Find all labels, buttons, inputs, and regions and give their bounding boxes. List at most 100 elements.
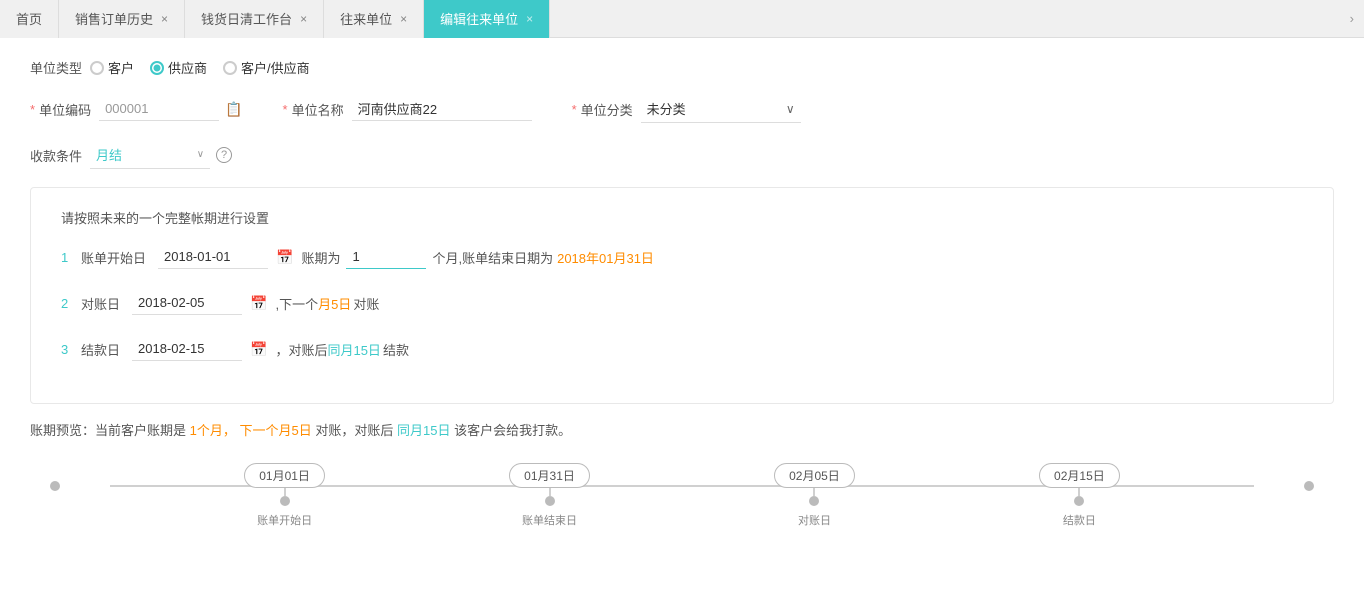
payment-group: 收款条件 月结 ∨ ?	[30, 141, 232, 169]
tabs-right-arrow[interactable]: ›	[1340, 11, 1364, 26]
tab-edit-close[interactable]: ×	[526, 12, 533, 26]
radio-supplier-circle	[150, 61, 164, 75]
preview-part2: 下一个月5日	[240, 423, 312, 438]
timeline-point-2: 01月31日 账单结束日	[509, 463, 590, 528]
period-highlight-3: 同月15日	[327, 340, 380, 359]
timeline-point-3: 02月05日 对账日	[774, 463, 855, 528]
tab-cash-work[interactable]: 钱货日清工作台 ×	[185, 0, 324, 38]
timeline-label-1: 账单开始日	[257, 512, 312, 528]
tab-edit-partner[interactable]: 编辑往来单位 ×	[424, 0, 550, 38]
period-box: 请按照未来的一个完整帐期进行设置 1 账单开始日 📅 账期为 个月,账单结束日期…	[30, 187, 1334, 404]
period-desc-2b: 对账	[353, 294, 379, 313]
preview-part3: 对账，对账后	[315, 423, 393, 438]
main-content: 单位类型 客户 供应商 客户/供应商 * 单位编码	[0, 38, 1364, 608]
timeline-dot-2	[545, 496, 555, 506]
radio-customer-label: 客户	[108, 58, 134, 77]
period-date-3[interactable]	[132, 337, 242, 361]
period-end-date: 2018年01月31日	[557, 248, 654, 267]
preview-part1: 1个月，	[190, 423, 236, 438]
calendar-icon-2[interactable]: 📅	[250, 295, 267, 312]
period-date-1[interactable]	[158, 245, 268, 269]
unit-code-group: * 单位编码 📋	[30, 97, 243, 121]
timeline-container: 01月01日 账单开始日 01月31日 账单结束日 02月05日	[30, 463, 1334, 558]
timeline-badge-1: 01月01日	[244, 463, 325, 488]
period-months-input[interactable]	[346, 245, 426, 269]
period-highlight-2: 月5日	[318, 294, 351, 313]
unit-type-group: 单位类型 客户 供应商 客户/供应商	[30, 58, 310, 77]
timeline-dot-4	[1074, 496, 1084, 506]
preview-section: 账期预览：当前客户账期是 1个月， 下一个月5日 对账，对账后 同月15日 该客…	[30, 420, 1334, 439]
code-required: *	[30, 102, 35, 117]
unit-name-group: * 单位名称	[283, 97, 532, 121]
name-required: *	[283, 102, 288, 117]
radio-customer[interactable]: 客户	[90, 58, 134, 77]
code-icon[interactable]: 📋	[225, 101, 242, 118]
period-row-2: 2 对账日 📅 ,下一个 月5日 对账	[61, 291, 1303, 315]
tab-sales-label: 销售订单历史	[75, 9, 153, 28]
tab-sales-history[interactable]: 销售订单历史 ×	[59, 0, 185, 38]
tab-home-label: 首页	[16, 9, 42, 28]
timeline-start-dot	[50, 463, 60, 528]
period-num-1: 1	[61, 250, 81, 265]
tab-partner[interactable]: 往来单位 ×	[324, 0, 424, 38]
period-date-2[interactable]	[132, 291, 242, 315]
radio-supplier[interactable]: 供应商	[150, 58, 207, 77]
timeline-points: 01月01日 账单开始日 01月31日 账单结束日 02月05日	[50, 463, 1314, 528]
calendar-icon-1[interactable]: 📅	[276, 249, 293, 266]
tab-home[interactable]: 首页	[0, 0, 59, 38]
payment-value: 月结	[96, 145, 193, 164]
payment-label: 收款条件	[30, 146, 82, 165]
preview-label: 账期预览：当前客户账期是	[30, 423, 186, 438]
period-desc-2a: ,下一个	[275, 294, 318, 313]
timeline-badge-3: 02月05日	[774, 463, 855, 488]
period-box-title: 请按照未来的一个完整帐期进行设置	[61, 208, 1303, 227]
payment-help-icon[interactable]: ?	[216, 147, 232, 163]
period-row-3: 3 结款日 📅 ，对账后 同月15日 结款	[61, 337, 1303, 361]
info-row: * 单位编码 📋 * 单位名称 * 单位分类 未分类 ∨	[30, 95, 1334, 123]
unit-category-label: 单位分类	[581, 100, 633, 119]
preview-part5: 该客户会给我打款。	[454, 423, 571, 438]
tab-sales-close[interactable]: ×	[161, 12, 168, 26]
tab-cash-close[interactable]: ×	[300, 12, 307, 26]
category-required: *	[572, 102, 577, 117]
payment-row: 收款条件 月结 ∨ ?	[30, 141, 1334, 169]
radio-both-circle	[223, 61, 237, 75]
timeline-stem-4	[1078, 488, 1080, 496]
period-label-2: 对账日	[81, 294, 120, 313]
tab-partner-close[interactable]: ×	[400, 12, 407, 26]
category-select[interactable]: 未分类 ∨	[641, 95, 801, 123]
radio-customer-circle	[90, 61, 104, 75]
timeline-badge-4: 02月15日	[1039, 463, 1120, 488]
period-desc-1a: 账期为	[301, 248, 340, 267]
period-label-1: 账单开始日	[81, 248, 146, 267]
timeline-stem-2	[549, 488, 551, 496]
unit-type-row: 单位类型 客户 供应商 客户/供应商	[30, 58, 1334, 77]
category-arrow-icon: ∨	[786, 102, 795, 116]
unit-name-input[interactable]	[352, 97, 532, 121]
period-desc-1b: 个月,账单结束日期为	[432, 248, 553, 267]
category-value: 未分类	[647, 99, 778, 118]
radio-supplier-label: 供应商	[168, 58, 207, 77]
unit-code-input[interactable]	[99, 97, 219, 121]
unit-type-label: 单位类型	[30, 58, 82, 77]
timeline-label-3: 对账日	[798, 512, 831, 528]
timeline-end-circle	[1304, 481, 1314, 491]
unit-code-label: 单位编码	[39, 100, 91, 119]
timeline-start-circle	[50, 481, 60, 491]
timeline-label-2: 账单结束日	[522, 512, 577, 528]
timeline-label-4: 结款日	[1063, 512, 1096, 528]
unit-name-label: 单位名称	[292, 100, 344, 119]
period-label-3: 结款日	[81, 340, 120, 359]
timeline-badge-2: 01月31日	[509, 463, 590, 488]
timeline-stem-3	[813, 488, 815, 496]
unit-type-radios: 客户 供应商 客户/供应商	[90, 58, 310, 77]
period-desc-3b: 结款	[383, 340, 409, 359]
payment-select[interactable]: 月结 ∨	[90, 141, 210, 169]
radio-both-label: 客户/供应商	[241, 58, 310, 77]
timeline-dot-1	[280, 496, 290, 506]
calendar-icon-3[interactable]: 📅	[250, 341, 267, 358]
tab-cash-label: 钱货日清工作台	[201, 9, 292, 28]
period-num-2: 2	[61, 296, 81, 311]
radio-both[interactable]: 客户/供应商	[223, 58, 310, 77]
timeline-point-4: 02月15日 结款日	[1039, 463, 1120, 528]
